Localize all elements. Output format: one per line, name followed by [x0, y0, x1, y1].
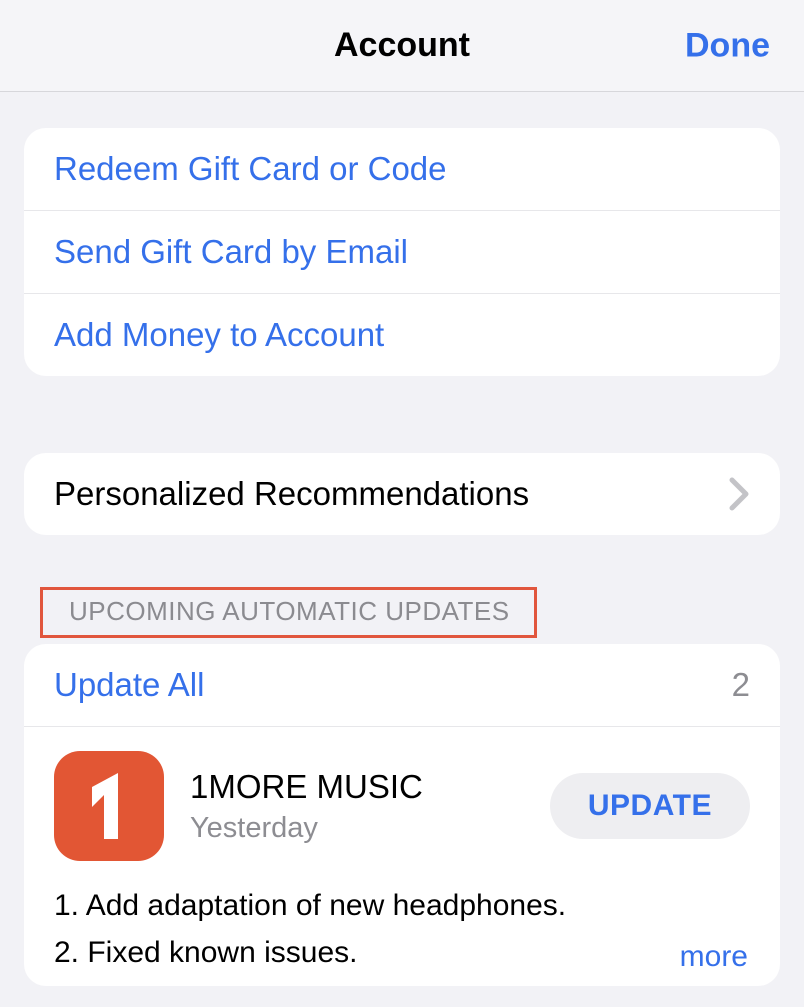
upcoming-updates-header: UPCOMING AUTOMATIC UPDATES — [40, 587, 537, 638]
redeem-gift-card-label: Redeem Gift Card or Code — [54, 150, 447, 188]
app-icon[interactable] — [54, 751, 164, 861]
app-update-row: 1MORE MUSIC Yesterday UPDATE — [24, 727, 780, 869]
header-bar: Account Done — [0, 0, 804, 92]
add-money-label: Add Money to Account — [54, 316, 384, 354]
update-all-button[interactable]: Update All — [54, 666, 204, 704]
done-button[interactable]: Done — [685, 26, 770, 65]
send-gift-card-row[interactable]: Send Gift Card by Email — [24, 210, 780, 293]
app-name: 1MORE MUSIC — [190, 768, 423, 806]
updates-count: 2 — [732, 666, 750, 704]
upcoming-updates-header-wrap: UPCOMING AUTOMATIC UPDATES — [24, 535, 780, 638]
release-note-line: 2. Fixed known issues. — [54, 930, 750, 977]
redeem-gift-card-row[interactable]: Redeem Gift Card or Code — [24, 128, 780, 210]
personalized-recommendations-label: Personalized Recommendations — [54, 475, 529, 513]
page-title: Account — [334, 26, 470, 65]
updates-section: Update All 2 1MORE MUSIC Yesterday UPDAT… — [24, 644, 780, 986]
content-area: Redeem Gift Card or Code Send Gift Card … — [0, 128, 804, 986]
release-notes: 1. Add adaptation of new headphones. 2. … — [24, 869, 780, 986]
gift-card-section: Redeem Gift Card or Code Send Gift Card … — [24, 128, 780, 376]
app-update-date: Yesterday — [190, 812, 423, 845]
update-button[interactable]: UPDATE — [550, 773, 750, 839]
app-meta: 1MORE MUSIC Yesterday — [190, 768, 423, 845]
more-link[interactable]: more — [668, 934, 748, 981]
release-note-line: 1. Add adaptation of new headphones. — [54, 883, 750, 930]
updates-head-row: Update All 2 — [24, 644, 780, 727]
personalized-recommendations-row[interactable]: Personalized Recommendations — [24, 453, 780, 535]
chevron-right-icon — [728, 476, 750, 512]
add-money-row[interactable]: Add Money to Account — [24, 293, 780, 376]
send-gift-card-label: Send Gift Card by Email — [54, 233, 408, 271]
personalized-section: Personalized Recommendations — [24, 453, 780, 535]
